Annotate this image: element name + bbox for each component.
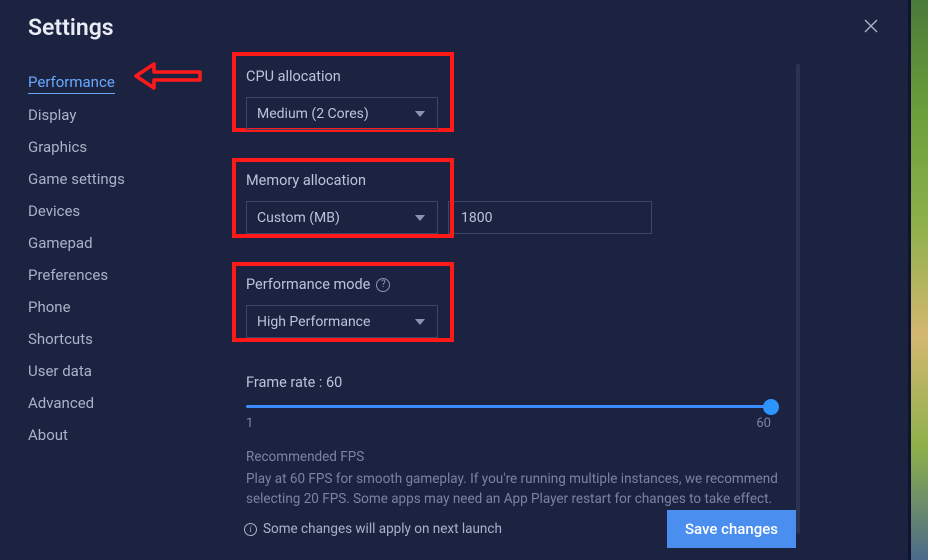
sidebar-item-shortcuts[interactable]: Shortcuts [28, 323, 230, 355]
sidebar-item-display[interactable]: Display [28, 99, 230, 131]
background-image-edge [908, 0, 928, 560]
memory-allocation-label: Memory allocation [246, 172, 892, 189]
memory-allocation-select[interactable]: Custom (MB) [246, 201, 438, 234]
framerate-range: 1 60 [246, 416, 771, 431]
sidebar-item-gamepad[interactable]: Gamepad [28, 227, 230, 259]
framerate-label: Frame rate : 60 [246, 374, 902, 391]
memory-allocation-value: Custom (MB) [257, 210, 340, 226]
framerate-slider-thumb[interactable] [763, 399, 779, 415]
framerate-slider[interactable] [246, 405, 771, 408]
scrollbar[interactable] [796, 64, 800, 534]
info-icon: i [244, 523, 257, 536]
performance-mode-label: Performance mode ? [246, 276, 448, 293]
sidebar: Performance Display Graphics Game settin… [0, 48, 230, 560]
close-button[interactable] [860, 14, 882, 42]
cpu-allocation-select[interactable]: Medium (2 Cores) [246, 97, 438, 130]
chevron-down-icon [415, 319, 425, 325]
content-area: CPU allocation Medium (2 Cores) Memory a… [230, 48, 908, 560]
sidebar-item-graphics[interactable]: Graphics [28, 131, 230, 163]
recommended-fps-title: Recommended FPS [246, 449, 902, 465]
footer-notice: i Some changes will apply on next launch [244, 521, 502, 537]
sidebar-item-phone[interactable]: Phone [28, 291, 230, 323]
cpu-allocation-value: Medium (2 Cores) [257, 106, 369, 122]
sidebar-item-game-settings[interactable]: Game settings [28, 163, 230, 195]
footer: i Some changes will apply on next launch… [0, 498, 908, 560]
performance-mode-value: High Performance [257, 314, 370, 330]
framerate-max: 60 [756, 416, 771, 431]
page-title: Settings [28, 14, 114, 41]
performance-mode-select[interactable]: High Performance [246, 305, 438, 338]
chevron-down-icon [415, 215, 425, 221]
sidebar-item-about[interactable]: About [28, 419, 230, 451]
close-icon [864, 19, 878, 33]
sidebar-item-user-data[interactable]: User data [28, 355, 230, 387]
chevron-down-icon [415, 111, 425, 117]
settings-panel: Settings Performance Display Graphics Ga… [0, 0, 908, 560]
framerate-min: 1 [246, 416, 253, 431]
memory-custom-input[interactable] [448, 201, 652, 234]
header: Settings [0, 0, 908, 48]
sidebar-item-performance[interactable]: Performance [28, 66, 115, 94]
sidebar-item-preferences[interactable]: Preferences [28, 259, 230, 291]
cpu-allocation-label: CPU allocation [246, 68, 448, 85]
sidebar-item-advanced[interactable]: Advanced [28, 387, 230, 419]
sidebar-item-devices[interactable]: Devices [28, 195, 230, 227]
help-icon[interactable]: ? [376, 278, 390, 292]
save-changes-button[interactable]: Save changes [667, 510, 796, 548]
